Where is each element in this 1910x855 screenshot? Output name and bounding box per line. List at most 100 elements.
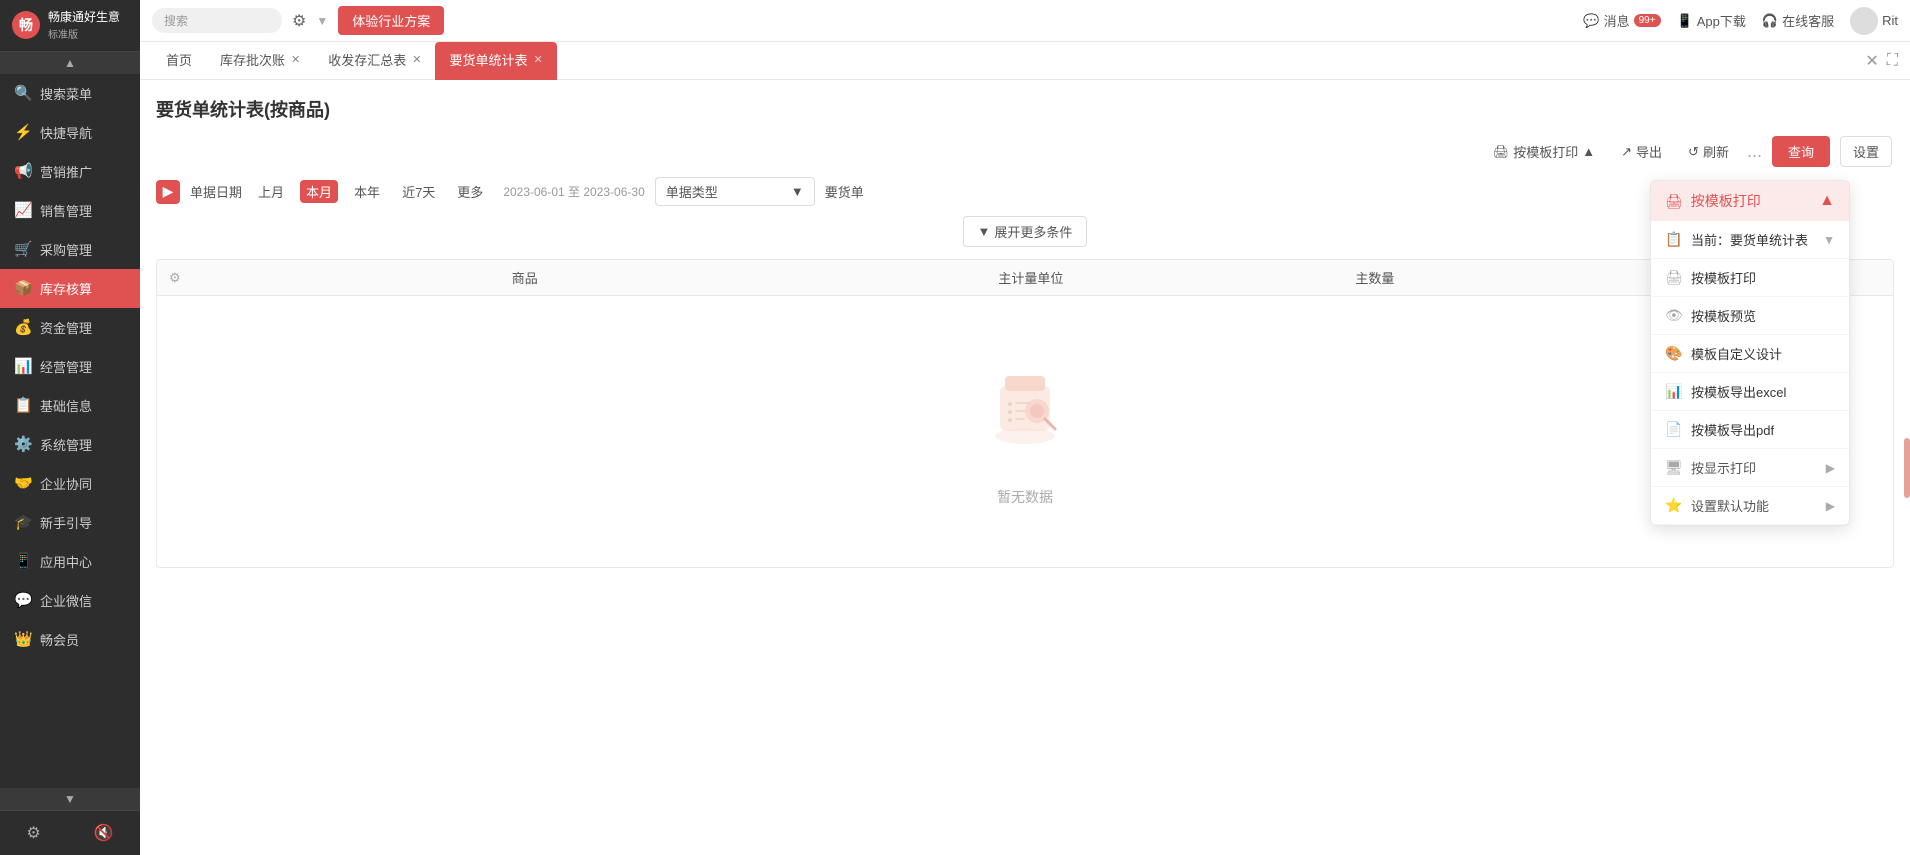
dropdown-item-template-print[interactable]: 🖨 按模板打印 bbox=[1651, 259, 1849, 297]
settings-button[interactable]: 设置 bbox=[1840, 136, 1892, 167]
table-header-product: 商品 bbox=[201, 268, 849, 287]
sidebar-item-label: 营销推广 bbox=[40, 162, 92, 181]
sidebar-item-finance[interactable]: 💰 资金管理 bbox=[0, 308, 140, 347]
sidebar-item-sales[interactable]: 📈 销售管理 bbox=[0, 191, 140, 230]
notification-badge: 99+ bbox=[1634, 14, 1661, 27]
order-type-tag: 要货单 bbox=[825, 182, 864, 201]
tab-order-stats[interactable]: 要货单统计表 ✕ bbox=[435, 42, 556, 80]
sidebar-item-label: 搜索菜单 bbox=[40, 84, 92, 103]
online-service-button[interactable]: 🎧 在线客服 bbox=[1762, 11, 1834, 30]
tab-inventory-batch-label: 库存批次账 bbox=[220, 50, 285, 69]
current-icon: 📋 bbox=[1665, 231, 1681, 248]
export-button[interactable]: ↗ 导出 bbox=[1613, 138, 1670, 165]
sidebar-item-members[interactable]: 👑 畅会员 bbox=[0, 620, 140, 659]
crown-icon: 👑 bbox=[14, 630, 32, 648]
dropdown-current-left: 📋 当前：要货单统计表 bbox=[1665, 230, 1808, 249]
sidebar-item-enterprise[interactable]: 🤝 企业协同 bbox=[0, 464, 140, 503]
dropdown-current-item[interactable]: 📋 当前：要货单统计表 ▼ bbox=[1651, 221, 1849, 259]
sidebar-item-wechat[interactable]: 💬 企业微信 bbox=[0, 581, 140, 620]
sidebar-item-inventory[interactable]: 📦 库存核算 bbox=[0, 269, 140, 308]
tab-inventory-batch[interactable]: 库存批次账 ✕ bbox=[206, 42, 314, 80]
scrollbar-indicator[interactable] bbox=[1904, 438, 1910, 498]
sidebar-scroll-down[interactable]: ▼ bbox=[0, 788, 140, 810]
dropdown-item-label: 按模板导出excel bbox=[1691, 382, 1786, 401]
money-icon: 💰 bbox=[14, 318, 32, 336]
sidebar-speaker-icon[interactable]: 🔇 bbox=[90, 819, 118, 847]
sidebar-item-guide[interactable]: 🎓 新手引导 bbox=[0, 503, 140, 542]
sidebar-item-quick-nav[interactable]: ⚡ 快捷导航 bbox=[0, 113, 140, 152]
username-label: Rit bbox=[1882, 13, 1898, 28]
sidebar-bottom: ⚙ 🔇 bbox=[0, 810, 140, 855]
filter-toggle-button[interactable]: ▶ bbox=[156, 180, 180, 204]
topbar-right: 💬 消息 99+ 📱 App下载 🎧 在线客服 Rit bbox=[1583, 7, 1898, 35]
sidebar-item-label: 销售管理 bbox=[40, 201, 92, 220]
box-icon: 📦 bbox=[14, 279, 32, 297]
notifications-button[interactable]: 💬 消息 99+ bbox=[1583, 11, 1660, 30]
sidebar-item-label: 畅会员 bbox=[40, 630, 79, 649]
sidebar: 畅 畅康通好生意 标准版 ▲ 🔍 搜索菜单 ⚡ 快捷导航 📢 营销推广 📈 销售… bbox=[0, 0, 140, 855]
order-type-select[interactable]: 单据类型 ▼ bbox=[655, 177, 815, 206]
sidebar-item-purchase[interactable]: 🛒 采购管理 bbox=[0, 230, 140, 269]
dropdown-sub-label: 设置默认功能 bbox=[1691, 496, 1769, 515]
data-table: ⚙ 商品 主计量单位 主数量 零售金额 bbox=[156, 259, 1894, 568]
sidebar-settings-icon[interactable]: ⚙ bbox=[22, 819, 44, 847]
sidebar-item-search[interactable]: 🔍 搜索菜单 bbox=[0, 74, 140, 113]
search-input[interactable]: 搜索 bbox=[152, 8, 282, 33]
dropdown-item-export-pdf[interactable]: 📄 按模板导出pdf bbox=[1651, 411, 1849, 449]
date-current-month-button[interactable]: 本月 bbox=[300, 180, 338, 203]
date-prev-month-button[interactable]: 上月 bbox=[252, 180, 290, 203]
table-settings-icon[interactable]: ⚙ bbox=[169, 270, 181, 286]
expand-conditions-button[interactable]: ▼ 展开更多条件 bbox=[963, 216, 1088, 247]
topbar-chevron-icon[interactable]: ▼ bbox=[316, 14, 328, 28]
tab-close-window-icon[interactable]: ✕ bbox=[1865, 51, 1878, 71]
chevron-down-icon: ▼ bbox=[791, 184, 804, 199]
app-download-button[interactable]: 📱 App下载 bbox=[1677, 11, 1746, 30]
main-area: 搜索 ⚙ ▼ 体验行业方案 💬 消息 99+ 📱 App下载 🎧 在线客服 Ri… bbox=[140, 0, 1910, 855]
empty-text: 暂无数据 bbox=[997, 487, 1053, 507]
industry-button[interactable]: 体验行业方案 bbox=[338, 6, 444, 35]
dropdown-item-template-preview[interactable]: 👁 按模板预览 bbox=[1651, 297, 1849, 335]
sidebar-item-marketing[interactable]: 📢 营销推广 bbox=[0, 152, 140, 191]
tab-collection-summary[interactable]: 收发存汇总表 ✕ bbox=[314, 42, 435, 80]
dropdown-item-display-print[interactable]: 🖥 按显示打印 ▶ bbox=[1651, 449, 1849, 487]
more-options-button[interactable]: ... bbox=[1747, 141, 1762, 162]
export-pdf-icon: 📄 bbox=[1665, 421, 1681, 438]
printer-icon: 🖨 bbox=[1493, 144, 1510, 160]
sidebar-scroll-up[interactable]: ▲ bbox=[0, 52, 140, 74]
sidebar-item-operations[interactable]: 📊 经营管理 bbox=[0, 347, 140, 386]
dropdown-item-label: 模板自定义设计 bbox=[1691, 344, 1782, 363]
tab-inventory-batch-close[interactable]: ✕ bbox=[291, 53, 300, 66]
dropdown-item-export-excel[interactable]: 📊 按模板导出excel bbox=[1651, 373, 1849, 411]
tab-expand-icon[interactable]: ⛶ bbox=[1887, 52, 1898, 70]
sidebar-item-basic-info[interactable]: 📋 基础信息 bbox=[0, 386, 140, 425]
date-more-button[interactable]: 更多 bbox=[451, 180, 489, 203]
order-type-label: 单据类型 bbox=[666, 182, 718, 201]
print-dropdown-button[interactable]: 🖨 按模板打印 ▲ bbox=[1485, 138, 1603, 165]
dropdown-item-template-design[interactable]: 🎨 模板自定义设计 bbox=[1651, 335, 1849, 373]
dropdown-header: 🖨 按模板打印 ▲ bbox=[1651, 181, 1849, 221]
table-header: ⚙ 商品 主计量单位 主数量 零售金额 bbox=[157, 260, 1893, 296]
refresh-button[interactable]: ↺ 刷新 bbox=[1680, 138, 1737, 165]
empty-illustration bbox=[975, 356, 1075, 475]
date-7days-button[interactable]: 近7天 bbox=[396, 180, 441, 203]
tab-collection-summary-close[interactable]: ✕ bbox=[412, 53, 421, 66]
sidebar-item-label: 经营管理 bbox=[40, 357, 92, 376]
sidebar-item-apps[interactable]: 📱 应用中心 bbox=[0, 542, 140, 581]
expand-chevron-down-icon: ▼ bbox=[978, 224, 991, 239]
tab-home[interactable]: 首页 bbox=[152, 42, 206, 80]
refresh-icon: ↺ bbox=[1688, 144, 1699, 160]
sidebar-item-label: 系统管理 bbox=[40, 435, 92, 454]
date-current-year-button[interactable]: 本年 bbox=[348, 180, 386, 203]
dropdown-item-label: 按模板导出pdf bbox=[1691, 420, 1774, 439]
topbar-gear-icon[interactable]: ⚙ bbox=[292, 11, 306, 31]
tabs-actions: ✕ ⛶ bbox=[1865, 51, 1898, 71]
dropdown-close-icon[interactable]: ▲ bbox=[1819, 192, 1835, 210]
notifications-label: 消息 bbox=[1604, 11, 1630, 30]
user-avatar-area[interactable]: Rit bbox=[1850, 7, 1898, 35]
query-button[interactable]: 查询 bbox=[1772, 136, 1830, 167]
sidebar-item-system[interactable]: ⚙️ 系统管理 bbox=[0, 425, 140, 464]
content-area: 要货单统计表(按商品) 🖨 按模板打印 ▲ ↗ 导出 ↺ 刷新 ... 查询 bbox=[140, 80, 1910, 855]
dropdown-header-left: 🖨 按模板打印 bbox=[1665, 191, 1761, 211]
tab-order-stats-close[interactable]: ✕ bbox=[534, 53, 543, 66]
dropdown-item-set-default[interactable]: ⭐ 设置默认功能 ▶ bbox=[1651, 487, 1849, 525]
